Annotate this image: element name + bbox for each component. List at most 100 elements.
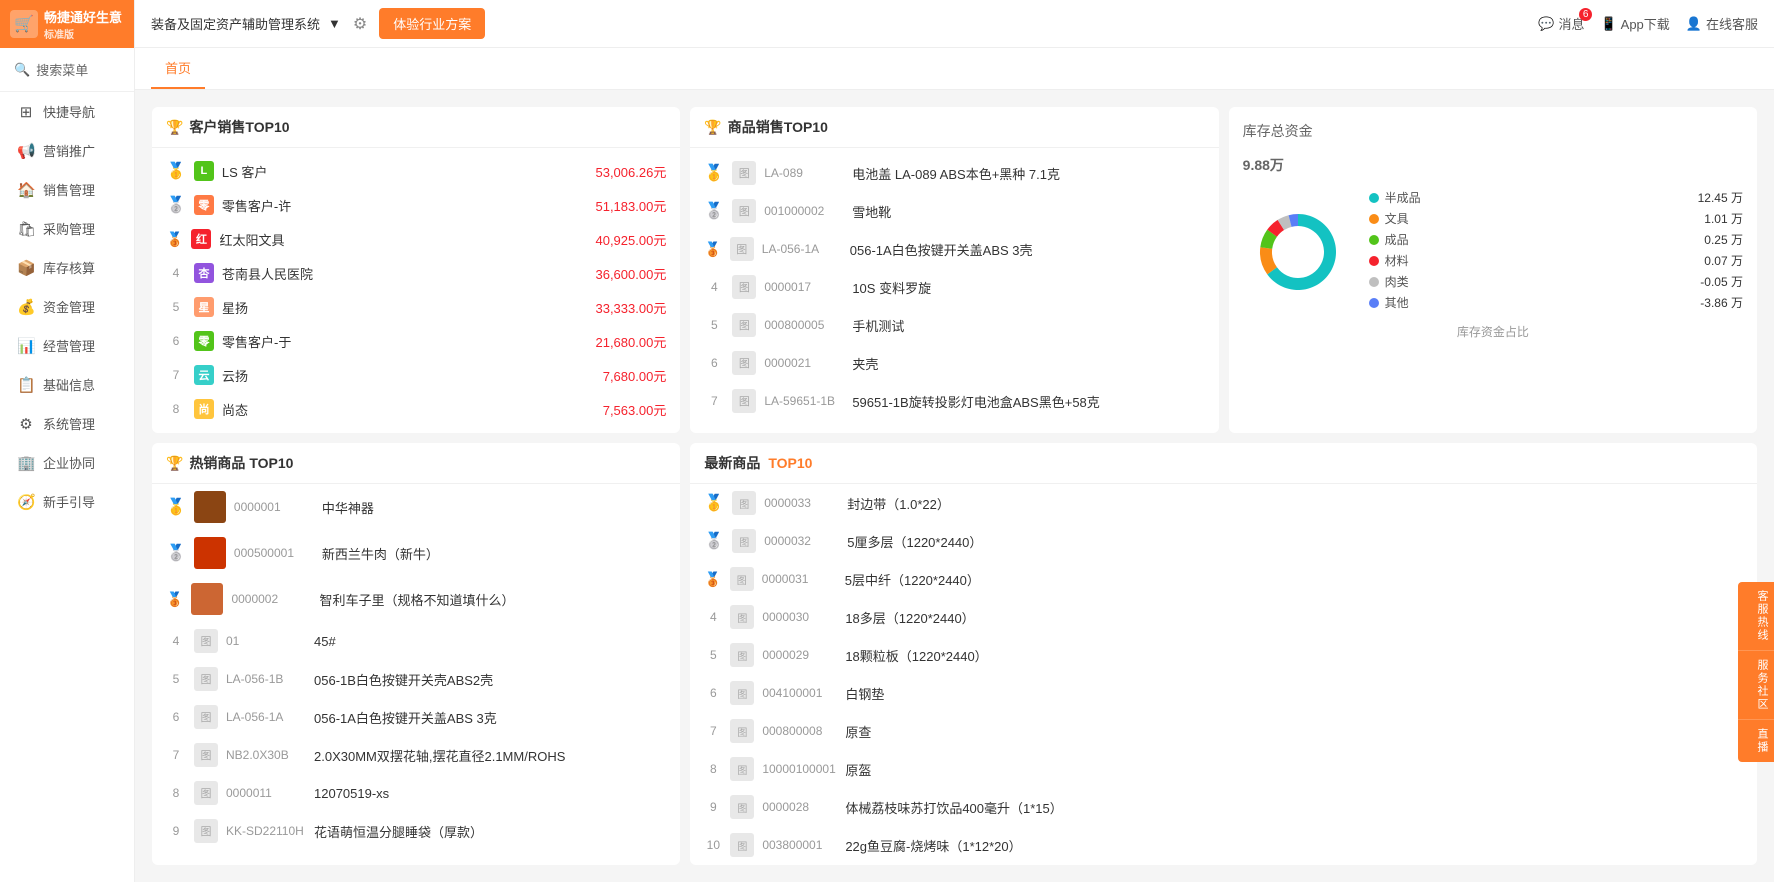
product-code: LA-056-1A: [226, 710, 306, 724]
customer-item[interactable]: 🥉 红 红太阳文具 40,925.00元: [152, 222, 680, 256]
newest-product-item[interactable]: 9 图 0000028 体械荔枝味苏打饮品400毫升（1*15）: [690, 788, 1757, 826]
newest-products-list: 🥇 图 0000033 封边带（1.0*22）🥈 图 0000032 5厘多层（…: [690, 484, 1757, 864]
trial-button[interactable]: 体验行业方案: [379, 8, 485, 39]
hot-product-item[interactable]: 7图 NB2.0X30B 2.0X30MM双摆花轴,摆花直径2.1MM/ROHS: [152, 736, 680, 774]
product-code: 0000029: [762, 648, 837, 662]
float-live-button[interactable]: 直播: [1738, 719, 1774, 762]
product-code: 01: [226, 634, 306, 648]
hot-product-item[interactable]: 🥇 0000001 中华神器: [152, 484, 680, 530]
sold-product-item[interactable]: 🥇 图 LA-089 电池盖 LA-089 ABS本色+黑种 7.1克: [690, 154, 1218, 192]
product-name: 雪地靴: [852, 202, 1204, 221]
newest-products-panel: 最新商品 TOP10 🥇 图 0000033 封边带（1.0*22）🥈 图 00…: [690, 443, 1757, 865]
customer-item[interactable]: 🥇 L LS 客户 53,006.26元: [152, 154, 680, 188]
customer-badge: 零: [194, 331, 214, 351]
customer-name: 星扬: [222, 298, 587, 317]
sidebar-item-marketing[interactable]: 📢营销推广: [0, 131, 134, 170]
tab-home[interactable]: 首页: [151, 48, 205, 89]
float-community-button[interactable]: 服务社区: [1738, 650, 1774, 719]
nav-label-quick-nav: 快捷导航: [43, 102, 95, 121]
product-thumb-placeholder: 图: [730, 567, 754, 591]
nav-label-sales: 销售管理: [43, 180, 95, 199]
search-icon: 🔍: [14, 62, 30, 78]
nav-icon-sales: 🏠: [17, 181, 35, 199]
product-thumb-placeholder: 图: [730, 795, 754, 819]
search-menu-button[interactable]: 🔍 搜索菜单: [10, 56, 124, 83]
customer-item[interactable]: 6 零 零售客户-于 21,680.00元: [152, 324, 680, 358]
newest-product-item[interactable]: 4 图 0000030 18多层（1220*2440）: [690, 598, 1757, 636]
online-service-button[interactable]: 👤 在线客服: [1686, 14, 1758, 33]
nav-icon-purchase: 🛍: [17, 220, 35, 238]
newest-product-item[interactable]: 🥉 图 0000031 5层中纤（1220*2440）: [690, 560, 1757, 598]
content-area: 🏆 客户销售TOP10 🥇 L LS 客户 53,006.26元🥈 零 零售客户…: [135, 90, 1774, 882]
product-name: 中华神器: [322, 498, 666, 517]
nav-label-marketing: 营销推广: [43, 141, 95, 160]
rank-number: 4: [166, 266, 186, 280]
hot-product-item[interactable]: 5图 LA-056-1B 056-1B白色按键开关壳ABS2壳: [152, 660, 680, 698]
rank-number: 8: [166, 786, 186, 800]
sidebar-item-quick-nav[interactable]: ⊞快捷导航: [0, 92, 134, 131]
legend-dot: [1369, 214, 1379, 224]
hot-product-item[interactable]: 6图 LA-056-1A 056-1A白色按键开关盖ABS 3克: [152, 698, 680, 736]
sold-product-item[interactable]: 7 图 LA-59651-1B 59651-1B旋转投影灯电池盒ABS黑色+58…: [690, 382, 1218, 420]
product-code: 0000002: [231, 592, 311, 606]
hot-product-item[interactable]: 9图 KK-SD22110H 花语萌恒温分腿睡袋（厚款）: [152, 812, 680, 850]
sold-product-item[interactable]: 6 图 0000021 夹壳: [690, 344, 1218, 382]
product-name: 白钢垫: [845, 684, 1743, 703]
customer-item[interactable]: 7 云 云扬 7,680.00元: [152, 358, 680, 392]
customer-amount: 7,680.00元: [603, 366, 667, 385]
sidebar-item-finance[interactable]: 💰资金管理: [0, 287, 134, 326]
customer-item[interactable]: 8 尚 尚态 7,563.00元: [152, 392, 680, 426]
sidebar-item-sales[interactable]: 🏠 销售管理: [0, 170, 134, 209]
product-name: 封边带（1.0*22）: [847, 494, 1743, 513]
app-download-button[interactable]: 📱 App下载: [1600, 14, 1669, 33]
product-name: 2.0X30MM双摆花轴,摆花直径2.1MM/ROHS: [314, 746, 666, 765]
sold-product-item[interactable]: 🥈 图 001000002 雪地靴: [690, 192, 1218, 230]
sidebar-item-purchase[interactable]: 🛍采购管理: [0, 209, 134, 248]
mobile-icon: 📱: [1600, 16, 1616, 32]
newest-product-item[interactable]: 🥈 图 0000032 5厘多层（1220*2440）: [690, 522, 1757, 560]
hot-product-item[interactable]: 4图 01 45#: [152, 622, 680, 660]
silver-medal-icon: 🥈: [704, 201, 724, 221]
settings-icon[interactable]: ⚙: [353, 14, 367, 34]
hot-product-item[interactable]: 🥉 0000002 智利车子里（规格不知道填什么）: [152, 576, 680, 622]
newest-product-item[interactable]: 5 图 0000029 18颗粒板（1220*2440）: [690, 636, 1757, 674]
legend-name: 其他: [1385, 294, 1695, 311]
product-thumb-placeholder: 图: [732, 275, 756, 299]
product-code: 003800001: [762, 838, 837, 852]
sold-product-item[interactable]: 4 图 0000017 10S 变料罗旋: [690, 268, 1218, 306]
sidebar-item-system[interactable]: ⚙系统管理: [0, 404, 134, 443]
customer-item[interactable]: 4 杏 苍南县人民医院 36,600.00元: [152, 256, 680, 290]
sidebar-item-operation[interactable]: 📊经营管理: [0, 326, 134, 365]
hot-product-item[interactable]: 🥈 000500001 新西兰牛肉（新牛）: [152, 530, 680, 576]
float-service-button[interactable]: 客服热线: [1738, 582, 1774, 650]
customer-amount: 36,600.00元: [595, 264, 666, 283]
nav-label-enterprise: 企业协同: [43, 453, 95, 472]
donut-chart-wrap: 半成品 12.45 万 文具 1.01 万 成品 0.25 万 材料 0.07 …: [1243, 189, 1743, 315]
newest-product-item[interactable]: 🥇 图 0000033 封边带（1.0*22）: [690, 484, 1757, 522]
sold-product-item[interactable]: 5 图 000800005 手机测试: [690, 306, 1218, 344]
customer-item[interactable]: 🥈 零 零售客户-许 51,183.00元: [152, 188, 680, 222]
sidebar-item-inventory[interactable]: 📦库存核算: [0, 248, 134, 287]
sidebar-item-guide[interactable]: 🧭新手引导: [0, 482, 134, 521]
system-selector[interactable]: 装备及固定资产辅助管理系统 ▼: [151, 14, 341, 33]
message-button[interactable]: 💬 消息 6: [1538, 14, 1584, 33]
product-thumb-placeholder: 图: [732, 529, 756, 553]
silver-medal-icon: 🥈: [166, 195, 186, 215]
sidebar-item-enterprise[interactable]: 🏢企业协同: [0, 443, 134, 482]
newest-product-item[interactable]: 8 图 10000100001 原盔: [690, 750, 1757, 788]
customer-name: LS 客户: [222, 162, 588, 181]
product-name: 花语萌恒温分腿睡袋（厚款）: [314, 822, 666, 841]
inventory-amount: 9.88万: [1243, 145, 1743, 177]
newest-product-item[interactable]: 6 图 004100001 白钢垫: [690, 674, 1757, 712]
hot-product-item[interactable]: 8图 0000011 12070519-xs: [152, 774, 680, 812]
sold-product-item[interactable]: 🥉 图 LA-056-1A 056-1A白色按键开关盖ABS 3壳: [690, 230, 1218, 268]
customer-item[interactable]: 5 星 星扬 33,333.00元: [152, 290, 680, 324]
product-thumb: [194, 537, 226, 569]
sidebar-item-basic[interactable]: 📋基础信息: [0, 365, 134, 404]
product-code: 004100001: [762, 686, 837, 700]
newest-product-item[interactable]: 7 图 000800008 原查: [690, 712, 1757, 750]
topbar: 装备及固定资产辅助管理系统 ▼ ⚙ 体验行业方案 💬 消息 6 📱 App下载 …: [135, 0, 1774, 48]
rank-number: 5: [704, 648, 722, 662]
newest-product-item[interactable]: 10 图 003800001 22g鱼豆腐-烧烤味（1*12*20）: [690, 826, 1757, 864]
rank-number: 6: [704, 686, 722, 700]
